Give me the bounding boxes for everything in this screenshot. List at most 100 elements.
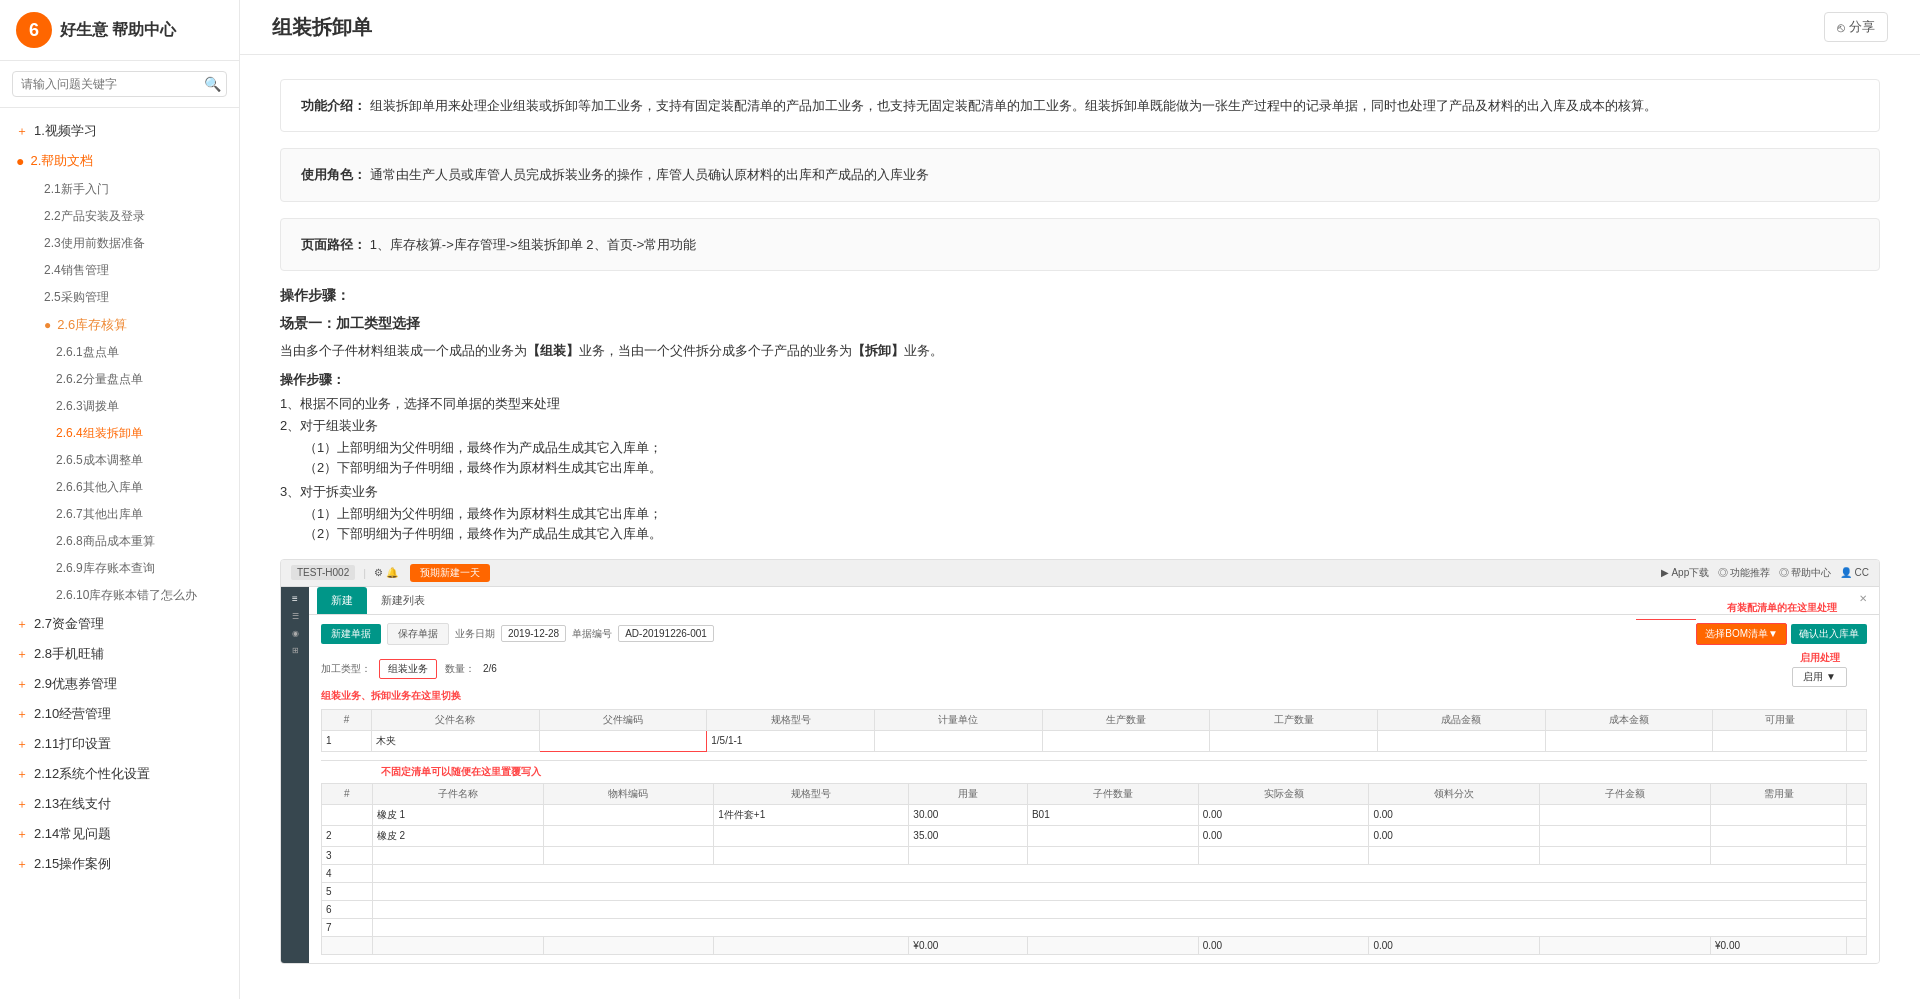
ss-bom-btn[interactable]: 选择BOM清单▼ bbox=[1696, 623, 1787, 645]
ss-bom-area: 有装配清单的在这里处理 选择BOM清单▼ 确认出入库单 bbox=[1696, 623, 1867, 645]
ss-new-btn[interactable]: 预期新建一天 bbox=[410, 564, 490, 582]
sidebar-item-finance[interactable]: ＋ 2.7资金管理 bbox=[0, 609, 239, 639]
ss-ltd5-1: 5 bbox=[322, 882, 373, 900]
ss-ltd-9 bbox=[1540, 804, 1711, 825]
sidebar-item-dataprep[interactable]: 2.3使用前数据准备 bbox=[28, 230, 239, 257]
ss-ltd2-8: 0.00 bbox=[1369, 825, 1540, 846]
sidebar-item-payment[interactable]: ＋ 2.13在线支付 bbox=[0, 789, 239, 819]
ss-ltd2-3 bbox=[543, 825, 714, 846]
plus-icon-10: ＋ bbox=[16, 856, 28, 873]
sidebar-item-ops[interactable]: ＋ 2.10经营管理 bbox=[0, 699, 239, 729]
ss-ltd-7: 0.00 bbox=[1198, 804, 1369, 825]
ss-id: TEST-H002 bbox=[291, 565, 355, 580]
ss-lower-row1: 橡皮 1 1件件套+1 30.00 B01 0.00 0.00 bbox=[322, 804, 1867, 825]
ss-lth-11 bbox=[1847, 783, 1867, 804]
ss-type-val[interactable]: 组装业务 bbox=[379, 659, 437, 679]
sidebar-item-269[interactable]: 2.6.9库存账本查询 bbox=[44, 555, 239, 582]
scenario1-bracket2: 【拆卸】 bbox=[852, 343, 904, 358]
ss-upper-table-wrap: # 父件名称 父件编码 规格型号 计量单位 生产数量 工产数量 bbox=[321, 709, 1867, 752]
role-text: 通常由生产人员或库管人员完成拆装业务的操作，库管人员确认原材料的出库和产成品的入… bbox=[370, 167, 929, 182]
sidebar: 6 好生意 帮助中心 🔍 ＋ 1.视频学习 ● 2.帮助文档 2.1新手入门 2… bbox=[0, 0, 240, 999]
sidebar-item-video[interactable]: ＋ 1.视频学习 bbox=[0, 116, 239, 146]
ss-ltd2-6 bbox=[1027, 825, 1198, 846]
ss-ltd-2: 橡皮 1 bbox=[372, 804, 543, 825]
step2-sub1: （1）上部明细为父件明细，最终作为产成品生成其它入库单； bbox=[280, 439, 1880, 457]
ss-main-content: 新建 新建列表 ✕ 新建单据 保存单据 bbox=[309, 587, 1879, 963]
sidebar-item-purchase[interactable]: 2.5采购管理 bbox=[28, 284, 239, 311]
ss-lower-header-wrap: 不固定清单可以随便在这里置覆写入 bbox=[321, 765, 1867, 779]
ss-lower-row3: 3 bbox=[322, 846, 1867, 864]
ss-bill-val: AD-20191226-001 bbox=[618, 625, 714, 642]
ss-bill-label: 单据编号 bbox=[572, 627, 612, 641]
sidebar-item-268[interactable]: 2.6.8商品成本重算 bbox=[44, 528, 239, 555]
sidebar-item-261[interactable]: 2.6.1盘点单 bbox=[44, 339, 239, 366]
share-button[interactable]: ⎋ 分享 bbox=[1824, 12, 1888, 42]
ss-th-name: 父件名称 bbox=[371, 709, 539, 730]
ss-divider bbox=[321, 760, 1867, 761]
sidebar-item-2610[interactable]: 2.6.10库存账本错了怎么办 bbox=[44, 582, 239, 609]
ss-ltd2-7: 0.00 bbox=[1198, 825, 1369, 846]
page-title: 组装拆卸单 bbox=[272, 14, 372, 41]
ss-lth-4: 规格型号 bbox=[714, 783, 909, 804]
sidebar-item-helpdoc[interactable]: ● 2.帮助文档 bbox=[0, 146, 239, 176]
ss-td-num: 1 bbox=[322, 730, 372, 751]
screenshot-image: TEST-H002 | ⚙ 🔔 预期新建一天 ▶ App下载 ◎ 功能推荐 ◎ … bbox=[280, 559, 1880, 964]
sidebar-item-263[interactable]: 2.6.3调拨单 bbox=[44, 393, 239, 420]
ss-lth-1: # bbox=[322, 783, 373, 804]
sidebar-item-265[interactable]: 2.6.5成本调整单 bbox=[44, 447, 239, 474]
ss-th-spec: 规格型号 bbox=[707, 709, 875, 730]
ss-upper-row1: 1 木夹 1/5/1-1 bbox=[322, 730, 1867, 751]
step2-sub2: （2）下部明细为子件明细，最终作为原材料生成其它出库单。 bbox=[280, 459, 1880, 477]
ss-ltd3-11 bbox=[1847, 846, 1867, 864]
ss-sep1: | bbox=[363, 567, 366, 579]
ss-ltd-3 bbox=[543, 804, 714, 825]
step1: 1、根据不同的业务，选择不同单据的类型来处理 bbox=[280, 395, 1880, 413]
search-box: 🔍 bbox=[0, 61, 239, 108]
search-icon[interactable]: 🔍 bbox=[204, 76, 221, 92]
ss-ltd2-10 bbox=[1711, 825, 1847, 846]
sidebar-header: 6 好生意 帮助中心 bbox=[0, 0, 239, 61]
ss-th-amount: 成品金额 bbox=[1378, 709, 1546, 730]
ss-form: 新建单据 保存单据 业务日期 2019-12-28 单据编号 AD-201912… bbox=[309, 615, 1879, 963]
ss-td-qty bbox=[1042, 730, 1210, 751]
sidebar-item-267[interactable]: 2.6.7其他出库单 bbox=[44, 501, 239, 528]
sidebar-item-sales[interactable]: 2.4销售管理 bbox=[28, 257, 239, 284]
ss-td-code bbox=[539, 730, 707, 751]
ss-ltd3-4 bbox=[714, 846, 909, 864]
sidebar-item-install[interactable]: 2.2产品安装及登录 bbox=[28, 203, 239, 230]
sidebar-item-inventory[interactable]: ● 2.6库存核算 bbox=[28, 311, 239, 339]
role-block: 使用角色： 通常由生产人员或库管人员完成拆装业务的操作，库管人员确认原材料的出库… bbox=[280, 148, 1880, 201]
sidebar-item-cases[interactable]: ＋ 2.15操作案例 bbox=[0, 849, 239, 879]
ss-lth-7: 实际金额 bbox=[1198, 783, 1369, 804]
ss-tab-list[interactable]: 新建列表 bbox=[367, 587, 439, 614]
ss-confirm-btn[interactable]: 确认出入库单 bbox=[1791, 624, 1867, 644]
ss-ltd2-4 bbox=[714, 825, 909, 846]
sidebar-item-266[interactable]: 2.6.6其他入库单 bbox=[44, 474, 239, 501]
search-wrap: 🔍 bbox=[12, 71, 227, 97]
ss-btn-new[interactable]: 新建单据 bbox=[321, 624, 381, 644]
ss-lower-row7: 7 bbox=[322, 918, 1867, 936]
sidebar-item-mobile[interactable]: ＋ 2.8手机旺辅 bbox=[0, 639, 239, 669]
ss-icon4: ⊞ bbox=[292, 646, 299, 655]
ss-tab-new[interactable]: 新建 bbox=[317, 587, 367, 614]
plus-icon-8: ＋ bbox=[16, 796, 28, 813]
ss-close-icon[interactable]: ✕ bbox=[1855, 587, 1871, 614]
ss-enable-btn[interactable]: 启用 ▼ bbox=[1792, 667, 1847, 687]
ss-icon3: ◉ bbox=[292, 629, 299, 638]
sidebar-item-print[interactable]: ＋ 2.11打印设置 bbox=[0, 729, 239, 759]
search-input[interactable] bbox=[12, 71, 227, 97]
ss-annotation3-wrap: 启用处理 启用 ▼ bbox=[1792, 651, 1847, 687]
plus-icon-9: ＋ bbox=[16, 826, 28, 843]
sidebar-sub-inventory: 2.6.1盘点单 2.6.2分量盘点单 2.6.3调拨单 2.6.4组装拆卸单 … bbox=[28, 339, 239, 609]
sidebar-item-faq[interactable]: ＋ 2.14常见问题 bbox=[0, 819, 239, 849]
sidebar-item-newbie[interactable]: 2.1新手入门 bbox=[28, 176, 239, 203]
sidebar-item-customize[interactable]: ＋ 2.12系统个性化设置 bbox=[0, 759, 239, 789]
func-intro-text: 组装拆卸单用来处理企业组装或拆卸等加工业务，支持有固定装配清单的产品加工业务，也… bbox=[370, 98, 1657, 113]
ss-ltd2-5: 35.00 bbox=[909, 825, 1028, 846]
sidebar-item-262[interactable]: 2.6.2分量盘点单 bbox=[44, 366, 239, 393]
sidebar-item-coupon[interactable]: ＋ 2.9优惠券管理 bbox=[0, 669, 239, 699]
ss-lf-1 bbox=[322, 936, 373, 954]
sidebar-item-264[interactable]: 2.6.4组装拆卸单 bbox=[44, 420, 239, 447]
ss-btn-save[interactable]: 保存单据 bbox=[387, 623, 449, 645]
ss-annotation1: 有装配清单的在这里处理 bbox=[1727, 601, 1837, 615]
